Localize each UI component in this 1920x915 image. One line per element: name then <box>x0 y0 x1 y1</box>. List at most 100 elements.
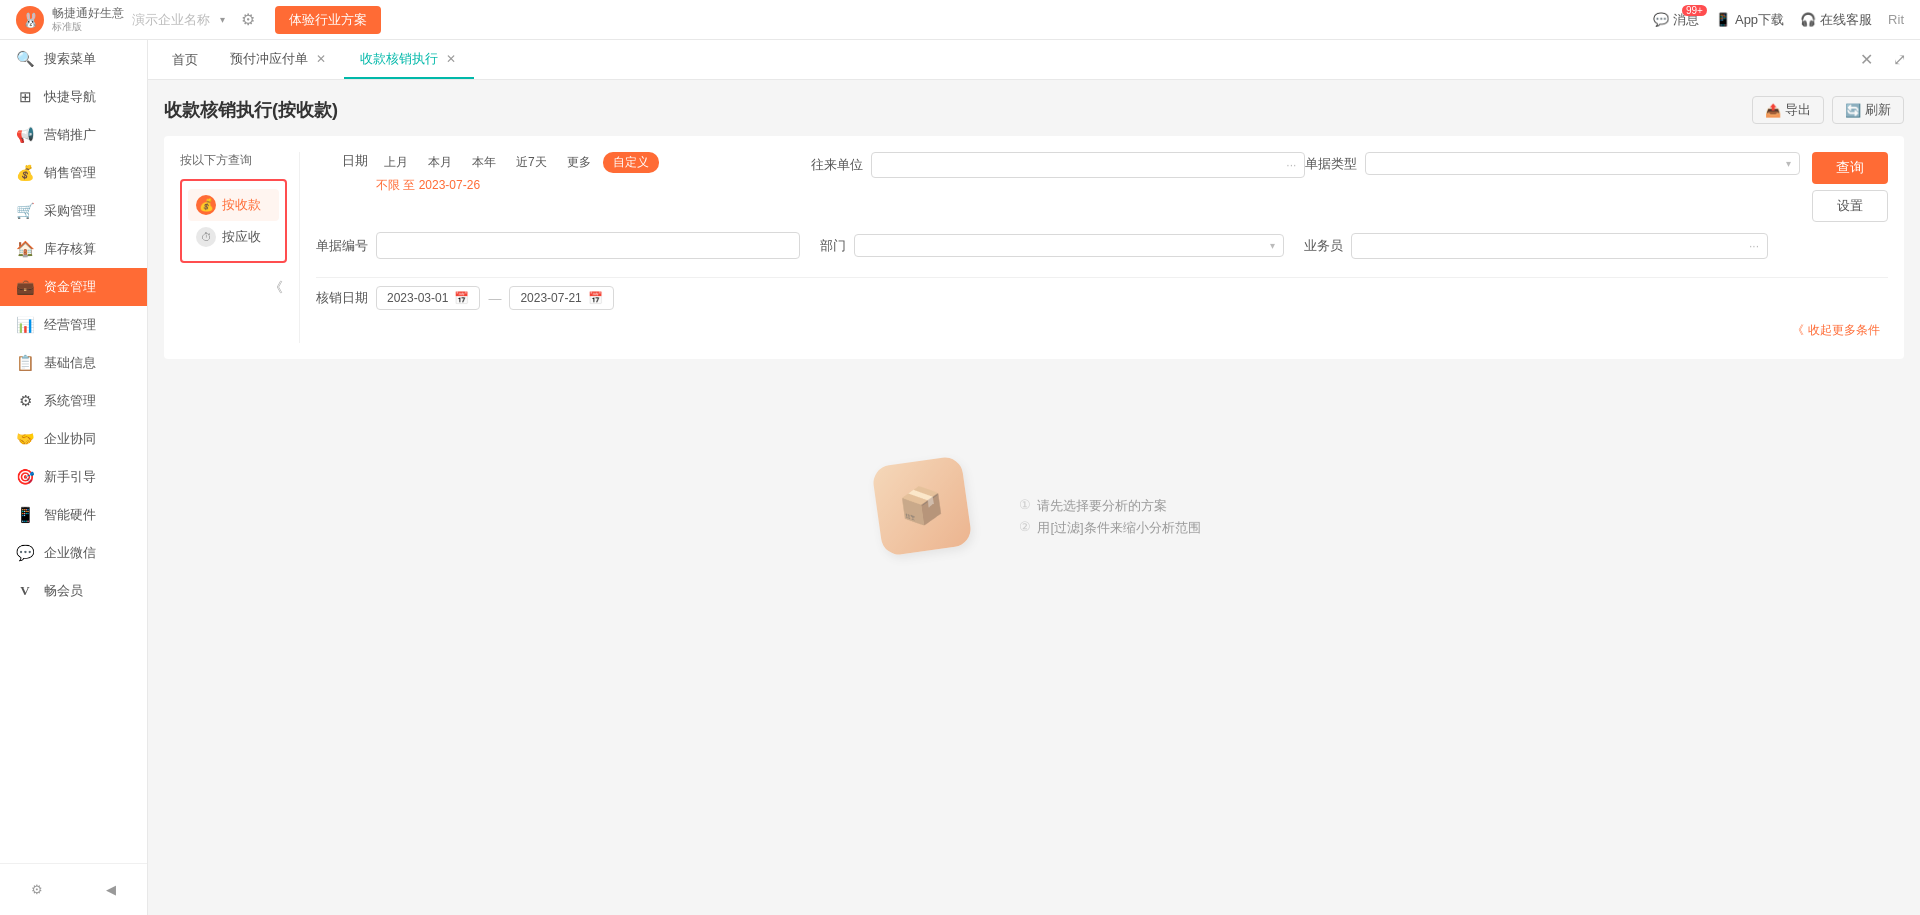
solution-button[interactable]: 体验行业方案 <box>275 6 381 34</box>
sidebar-item-system[interactable]: ⚙ 系统管理 <box>0 382 147 420</box>
staff-input[interactable]: ··· <box>1351 233 1768 259</box>
filter-sidebar-collapse-button[interactable]: 《 <box>265 275 287 301</box>
bill-no-input[interactable] <box>376 232 800 259</box>
partner-input[interactable]: ··· <box>871 152 1306 178</box>
filter-type-panel: 按以下方查询 💰 按收款 ⏱ 按应收 《 <box>180 152 300 343</box>
sidebar-item-finance[interactable]: 💼 资金管理 <box>0 268 147 306</box>
tab-home[interactable]: 首页 <box>156 40 214 80</box>
purchase-icon: 🛒 <box>16 202 34 220</box>
date-tab-thisyear[interactable]: 本年 <box>464 152 504 173</box>
writeoff-end-date[interactable]: 2023-07-21 📅 <box>509 286 613 310</box>
sidebar-settings-button[interactable]: ⚙ <box>21 872 53 907</box>
tab-expand-button[interactable]: ⤢ <box>1887 46 1912 73</box>
sidebar-item-member[interactable]: V 畅会员 <box>0 572 147 610</box>
calendar-icon: 📅 <box>454 291 469 305</box>
sidebar-item-basic[interactable]: 📋 基础信息 <box>0 344 147 382</box>
user-name[interactable]: Rit <box>1888 12 1904 27</box>
brand-info: 畅捷通好生意 标准版 <box>52 6 124 32</box>
marketing-icon: 📢 <box>16 126 34 144</box>
online-service-button[interactable]: 🎧 在线客服 <box>1800 11 1872 29</box>
filter-panel: 按以下方查询 💰 按收款 ⏱ 按应收 《 <box>164 136 1904 359</box>
filter-option-by-receipt[interactable]: 💰 按收款 <box>188 189 279 221</box>
refresh-button[interactable]: 🔄 刷新 <box>1832 96 1904 124</box>
tab-receipt[interactable]: 收款核销执行 ✕ <box>344 41 474 79</box>
sales-icon: 💰 <box>16 164 34 182</box>
date-tab-7days[interactable]: 近7天 <box>508 152 555 173</box>
sidebar-item-search[interactable]: 🔍 搜索菜单 <box>0 40 147 78</box>
sidebar-label-system: 系统管理 <box>44 392 96 410</box>
sidebar-label-inventory: 库存核算 <box>44 240 96 258</box>
content-area: 首页 预付冲应付单 ✕ 收款核销执行 ✕ ✕ ⤢ 收款核销执行(按收款) 📤 <box>148 40 1920 915</box>
export-button[interactable]: 📤 导出 <box>1752 96 1824 124</box>
settings-gear-icon[interactable]: ⚙ <box>241 10 255 29</box>
sidebar-item-wechat[interactable]: 💬 企业微信 <box>0 534 147 572</box>
empty-state: 📦 ① 请先选择要分析的方案 ② 用[过滤]条件来缩小分析范围 <box>164 371 1904 651</box>
sidebar-item-operations[interactable]: 📊 经营管理 <box>0 306 147 344</box>
date-tab-thismonth[interactable]: 本月 <box>420 152 460 173</box>
bill-type-label: 单据类型 <box>1305 155 1357 173</box>
staff-dots-icon: ··· <box>1749 239 1759 253</box>
hardware-icon: 📱 <box>16 506 34 524</box>
bill-type-field: 单据类型 ▾ <box>1305 152 1800 175</box>
setting-button[interactable]: 设置 <box>1812 190 1888 222</box>
top-bar-right: 💬 消息 99+ 📱 App下载 🎧 在线客服 Rit <box>1653 11 1904 29</box>
writeoff-start-date[interactable]: 2023-03-01 📅 <box>376 286 480 310</box>
page-title: 收款核销执行(按收款) <box>164 98 338 122</box>
dept-select[interactable]: ▾ <box>854 234 1284 257</box>
sidebar-item-enterprise[interactable]: 🤝 企业协同 <box>0 420 147 458</box>
tab-prepay-label: 预付冲应付单 <box>230 40 308 78</box>
company-arrow-icon[interactable]: ▾ <box>220 14 225 25</box>
sidebar-item-sales[interactable]: 💰 销售管理 <box>0 154 147 192</box>
empty-robot-icon: 📦 <box>872 455 974 557</box>
page-header: 收款核销执行(按收款) 📤 导出 🔄 刷新 <box>164 96 1904 124</box>
sidebar-item-marketing[interactable]: 📢 营销推广 <box>0 116 147 154</box>
tab-prepay-close-icon[interactable]: ✕ <box>314 40 328 80</box>
sidebar-item-inventory[interactable]: 🏠 库存核算 <box>0 230 147 268</box>
app-logo: 🐰 <box>16 6 44 34</box>
sidebar-label-member: 畅会员 <box>44 582 83 600</box>
sidebar-label-purchase: 采购管理 <box>44 202 96 220</box>
partner-field: 往来单位 ··· <box>811 152 1306 178</box>
receipt-option-icon: 💰 <box>196 195 216 215</box>
sidebar-label-operations: 经营管理 <box>44 316 96 334</box>
staff-label: 业务员 <box>1304 237 1343 255</box>
empty-content: 📦 ① 请先选择要分析的方案 ② 用[过滤]条件来缩小分析范围 <box>867 451 1200 571</box>
date-tab-more[interactable]: 更多 <box>559 152 599 173</box>
sidebar-item-hardware[interactable]: 📱 智能硬件 <box>0 496 147 534</box>
filter-option-by-receivable[interactable]: ⏱ 按应收 <box>188 221 279 253</box>
date-tab-lastmonth[interactable]: 上月 <box>376 152 416 173</box>
sidebar-label-hardware: 智能硬件 <box>44 506 96 524</box>
message-icon: 💬 <box>1653 12 1669 27</box>
tab-bar-actions: ✕ ⤢ <box>1854 46 1912 73</box>
bill-no-field: 单据编号 <box>316 232 800 259</box>
service-label: 在线客服 <box>1820 11 1872 29</box>
app-download-button[interactable]: 📱 App下载 <box>1715 11 1784 29</box>
top-bar: 🐰 畅捷通好生意 标准版 演示企业名称 ▾ ⚙ 体验行业方案 💬 消息 99+ … <box>0 0 1920 40</box>
quicknav-icon: ⊞ <box>16 88 34 106</box>
filter-fields-area: 日期 上月 本月 本年 近7天 更多 自定义 不限 至 <box>300 152 1888 343</box>
collapse-more-button[interactable]: 《 收起更多条件 <box>1784 318 1888 343</box>
tab-receipt-close-icon[interactable]: ✕ <box>444 40 458 80</box>
sidebar-collapse-button[interactable]: ◀ <box>96 872 126 907</box>
tab-prepay[interactable]: 预付冲应付单 ✕ <box>214 41 344 79</box>
tab-close-all-button[interactable]: ✕ <box>1854 46 1879 73</box>
query-button[interactable]: 查询 <box>1812 152 1888 184</box>
partner-label: 往来单位 <box>811 156 863 174</box>
export-icon: 📤 <box>1765 103 1781 118</box>
bill-type-select[interactable]: ▾ <box>1365 152 1800 175</box>
empty-hint-2: ② 用[过滤]条件来缩小分析范围 <box>1019 519 1200 537</box>
refresh-icon: 🔄 <box>1845 103 1861 118</box>
writeoff-start-value: 2023-03-01 <box>387 291 448 305</box>
sidebar-item-quicknav[interactable]: ⊞ 快捷导航 <box>0 78 147 116</box>
filter-options-box: 💰 按收款 ⏱ 按应收 <box>180 179 287 263</box>
sidebar: 🔍 搜索菜单 ⊞ 快捷导航 📢 营销推广 💰 销售管理 🛒 采购管理 🏠 库存核… <box>0 40 148 915</box>
sidebar-item-purchase[interactable]: 🛒 采购管理 <box>0 192 147 230</box>
sidebar-label-enterprise: 企业协同 <box>44 430 96 448</box>
sidebar-bottom: ⚙ ◀ <box>0 863 147 915</box>
wechat-icon: 💬 <box>16 544 34 562</box>
sidebar-label-quicknav: 快捷导航 <box>44 88 96 106</box>
query-actions: 查询 设置 <box>1812 152 1888 222</box>
date-tab-custom[interactable]: 自定义 <box>603 152 659 173</box>
sidebar-item-guide[interactable]: 🎯 新手引导 <box>0 458 147 496</box>
message-button[interactable]: 💬 消息 99+ <box>1653 11 1699 29</box>
